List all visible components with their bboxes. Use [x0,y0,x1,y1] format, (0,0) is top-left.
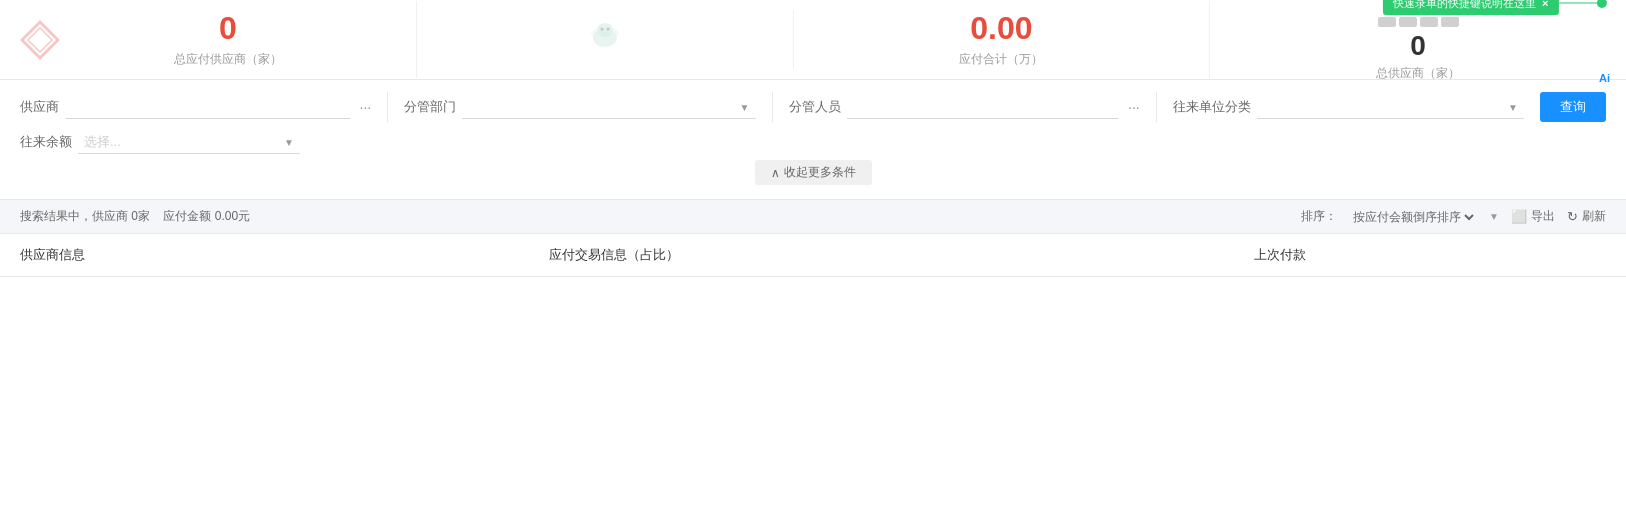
refresh-icon: ↻ [1567,209,1578,224]
payable-total-number: 0.00 [970,11,1032,46]
results-bar: 搜索结果中，供应商 0家 应付金额 0.00元 排序： 按应付会额倒序排序 ▼ … [0,200,1626,234]
search-result-text: 搜索结果中，供应商 0家 应付金额 0.00元 [20,208,250,225]
tooltip-close[interactable]: × [1542,0,1548,9]
stats-bar: 0 总应付供应商（家） 0.00 应付合计（万） 快速录单的快捷键说明在这里 × [0,0,1626,80]
refresh-button[interactable]: ↻ 刷新 [1567,208,1606,225]
table-col-last-payment: 上次付款 [1254,246,1606,264]
balance-filter-item: 往来余额 选择... ▼ [20,130,300,154]
collapse-button[interactable]: ∧ 收起更多条件 [755,160,872,185]
refresh-label: 刷新 [1582,208,1606,225]
unit-class-select[interactable] [1257,95,1524,118]
filter-row-2: 往来余额 选择... ▼ [20,130,1606,154]
payable-vendors-label: 总应付供应商（家） [174,51,282,68]
balance-select[interactable]: 选择... [78,130,300,153]
divider-1 [387,92,388,122]
dept-filter-item: 分管部门 ▼ [404,95,755,119]
collapse-arrow-icon: ∧ [771,166,780,180]
unit-class-select-wrapper: ▼ [1257,95,1524,119]
search-prefix: 搜索结果中，供应商 [20,209,128,223]
divider-2 [772,92,773,122]
unit-class-label: 往来单位分类 [1173,98,1251,116]
stat-payable-vendors: 0 总应付供应商（家） [0,1,417,77]
query-button[interactable]: 查询 [1540,92,1606,122]
table-col-transaction-info: 应付交易信息（占比） [549,246,1254,264]
table-header: 供应商信息 应付交易信息（占比） 上次付款 [0,234,1626,277]
tooltip-banner: 快速录单的快捷键说明在这里 × [1383,0,1558,15]
gray-block-4 [1441,17,1459,27]
collapse-row: ∧ 收起更多条件 [20,154,1606,191]
gray-block-1 [1378,17,1396,27]
amount-label: 应付金额 [163,209,211,223]
balance-label: 往来余额 [20,133,72,151]
person-label: 分管人员 [789,98,841,116]
person-filter-item: 分管人员 ··· [789,95,1140,119]
payable-vendors-number: 0 [219,11,237,46]
person-more-icon[interactable]: ··· [1128,99,1140,115]
results-left: 搜索结果中，供应商 0家 应付金额 0.00元 [20,208,250,225]
export-icon: ⬜ [1511,209,1527,224]
diamond-icon [20,20,60,60]
balance-select-wrapper: 选择... ▼ [78,130,300,154]
sort-select[interactable]: 按应付会额倒序排序 [1349,209,1477,225]
divider-3 [1156,92,1157,122]
payable-total-label: 应付合计（万） [959,51,1043,68]
dept-label: 分管部门 [404,98,456,116]
gray-block-3 [1420,17,1438,27]
table-body [0,277,1626,515]
vendor-label: 供应商 [20,98,60,116]
dept-select[interactable] [462,95,755,118]
tooltip-text: 快速录单的快捷键说明在这里 [1393,0,1536,11]
gray-blocks [1378,17,1459,27]
filter-bar: 供应商 ··· 分管部门 ▼ 分管人员 ··· 往来单位分类 [0,80,1626,200]
export-button[interactable]: ⬜ 导出 [1511,208,1555,225]
filter-row-1: 供应商 ··· 分管部门 ▼ 分管人员 ··· 往来单位分类 [20,92,1606,122]
export-label: 导出 [1531,208,1555,225]
vendor-filter-item: 供应商 ··· [20,95,371,119]
svg-point-6 [600,28,603,31]
vendor-input[interactable] [66,95,350,119]
collapse-label: 收起更多条件 [784,164,856,181]
tooltip-dot [1596,0,1606,8]
sort-label: 排序： [1301,208,1337,225]
person-input[interactable] [847,95,1119,119]
results-right: 排序： 按应付会额倒序排序 ▼ ⬜ 导出 ↻ 刷新 [1301,208,1606,225]
ai-badge: Ai [1599,72,1610,84]
table-col-vendor-info: 供应商信息 [20,246,549,264]
sort-arrow-icon: ▼ [1489,211,1499,222]
amount-value: 0.00元 [215,209,250,223]
stat-total-vendors: 快速录单的快捷键说明在这里 × 0 总供应商（家） Ai [1210,0,1626,92]
vendor-more-icon[interactable]: ··· [360,99,372,115]
total-vendors-label: 总供应商（家） [1376,65,1460,82]
svg-point-7 [606,28,609,31]
stat-payable-total: 0.00 应付合计（万） [794,1,1211,77]
bee-icon [580,10,630,69]
bee-area [417,10,794,69]
gray-block-2 [1399,17,1417,27]
vendor-count: 0家 [131,209,150,223]
total-vendors-number: 0 [1410,31,1426,62]
unit-class-filter-item: 往来单位分类 ▼ [1173,95,1524,119]
dept-select-wrapper: ▼ [462,95,755,119]
